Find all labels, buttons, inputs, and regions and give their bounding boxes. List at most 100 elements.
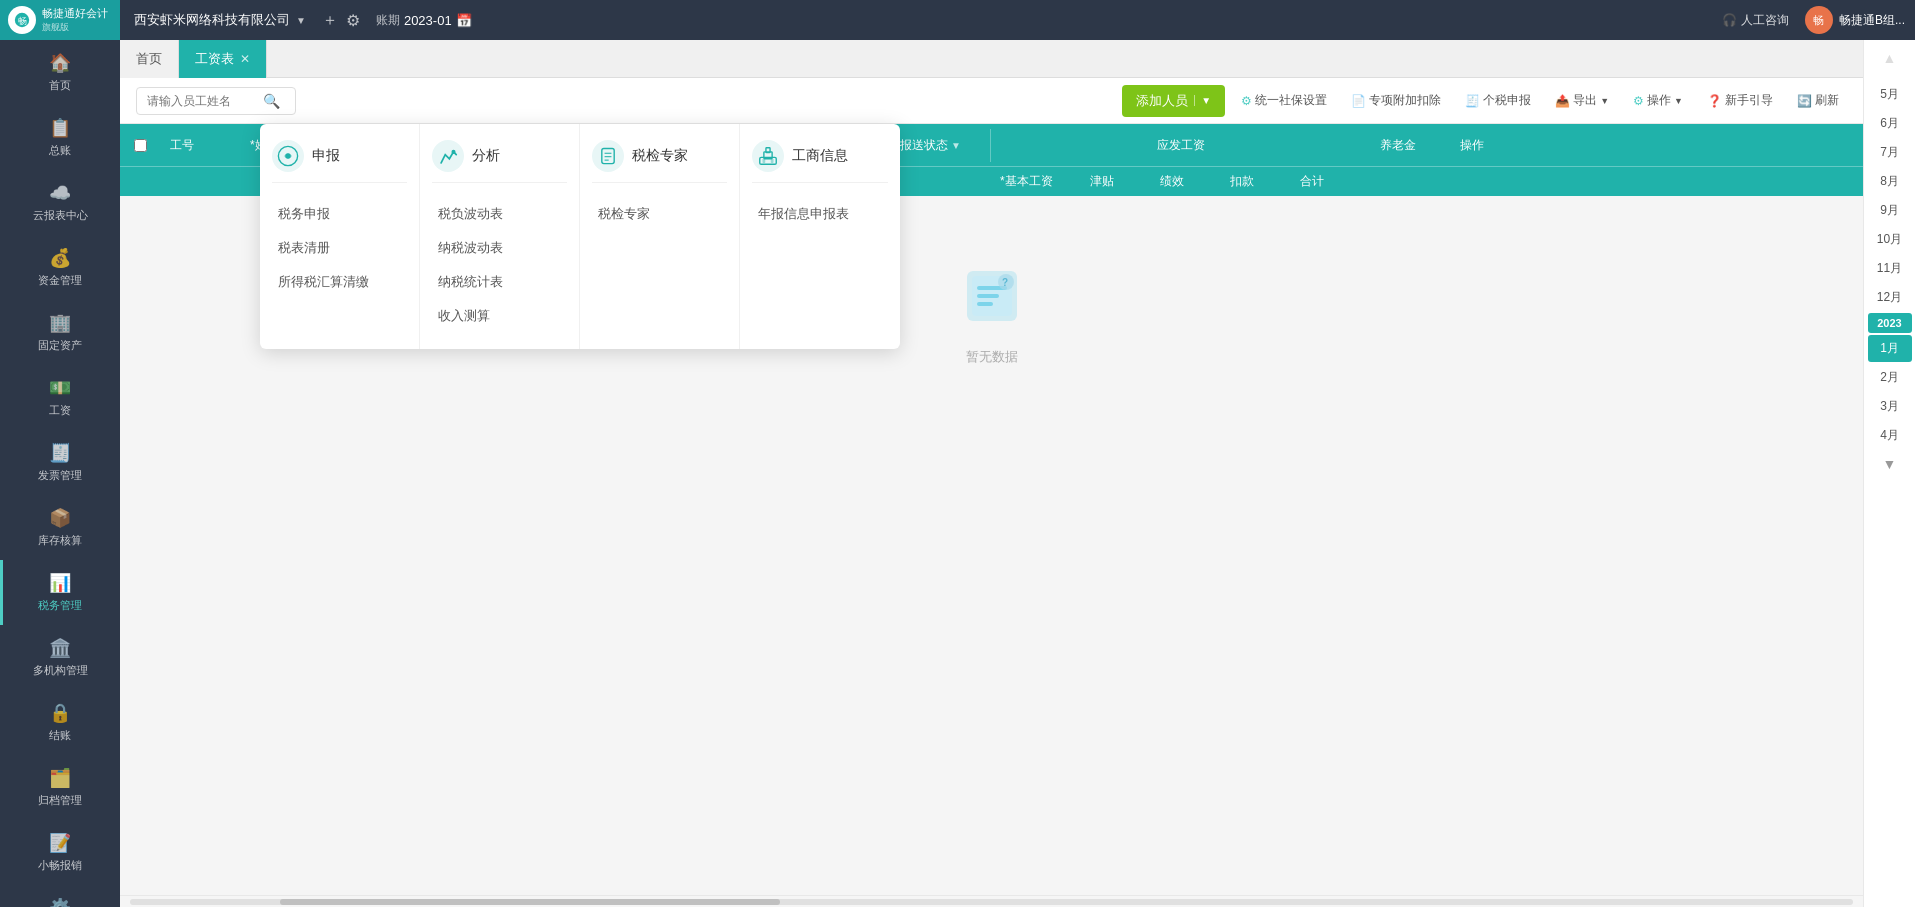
svg-point-11 [451,150,455,154]
settings-icon[interactable]: ⚙ [346,11,360,30]
sidebar-label-archive: 归档管理 [38,793,82,808]
th-salary-group: 应发工资 [990,129,1370,162]
add-employee-button[interactable]: 添加人员 ▼ [1122,85,1225,117]
sidebar-item-assets[interactable]: 🏢 固定资产 [0,300,120,365]
tax-dropdown-menu: 申报 税务申报 税表清册 所得税汇算清缴 [260,124,900,349]
personal-tax-btn[interactable]: 🧾 个税申报 [1457,87,1539,114]
tax-expert-item[interactable]: 税检专家 [592,197,727,231]
avatar-circle: 畅 [1805,6,1833,34]
sidebar-item-home[interactable]: 🏠 首页 [0,40,120,105]
sidebar-label-ledger: 总账 [49,143,71,158]
empty-state-icon: ? [952,256,1032,336]
annual-report-item[interactable]: 年报信息申报表 [752,197,888,231]
sidebar-label-multiorg: 多机构管理 [33,663,88,678]
search-input[interactable] [147,94,257,108]
sidebar-label-xiaochang: 小畅报销 [38,858,82,873]
date-year-2023 [1888,72,1892,80]
new-guide-btn[interactable]: ❓ 新手引导 [1699,87,1781,114]
dropdown-col-fenx: 分析 税负波动表 纳税波动表 纳税统计表 收入测算 [420,124,580,349]
calendar-icon[interactable]: 📅 [456,13,472,28]
sidebar-item-inventory[interactable]: 📦 库存核算 [0,495,120,560]
company-selector[interactable]: 西安虾米网络科技有限公司 ▼ [134,11,306,29]
tab-close-icon[interactable]: ✕ [240,52,250,66]
refresh-btn[interactable]: 🔄 刷新 [1789,87,1847,114]
support-button[interactable]: 🎧 人工咨询 [1722,12,1789,29]
social-insurance-btn[interactable]: ⚙ 统一社保设置 [1233,87,1335,114]
header-actions: ＋ ⚙ [322,10,360,31]
svg-text:?: ? [1002,277,1008,288]
date-month-5[interactable]: 5月 [1868,81,1912,108]
date-month-3[interactable]: 3月 [1868,393,1912,420]
date-month-6[interactable]: 6月 [1868,110,1912,137]
sidebar-item-archive[interactable]: 🗂️ 归档管理 [0,755,120,820]
dropdown-col-taxe-header: 税检专家 [592,140,727,183]
svg-rect-5 [977,294,999,298]
date-month-10[interactable]: 10月 [1868,226,1912,253]
sidebar-label-assets: 固定资产 [38,338,82,353]
sidebar-label-inventory: 库存核算 [38,533,82,548]
toolbar: 🔍 添加人员 ▼ ⚙ 统一社保设置 📄 专项附加扣除 🧾 个税申报 📤 导出 [120,78,1863,124]
user-name: 畅捷通B组... [1839,12,1905,29]
tax-stats-item[interactable]: 纳税统计表 [432,265,567,299]
income-estimate-item[interactable]: 收入测算 [432,299,567,333]
assets-icon: 🏢 [49,312,71,334]
date-month-11[interactable]: 11月 [1868,255,1912,282]
export-btn[interactable]: 📤 导出 ▼ [1547,87,1617,114]
date-month-2[interactable]: 2月 [1868,364,1912,391]
income-tax-item[interactable]: 所得税汇算清缴 [272,265,407,299]
date-year-marker-2023: 2023 [1868,313,1912,333]
scrollbar-thumb[interactable] [280,899,780,905]
sidebar-item-funds[interactable]: 💰 资金管理 [0,235,120,300]
date-month-9[interactable]: 9月 [1868,197,1912,224]
sidebar-item-invoice[interactable]: 🧾 发票管理 [0,430,120,495]
export-label: 导出 [1573,92,1597,109]
operations-dropdown-icon: ▼ [1674,96,1683,106]
sidebar-item-multiorg[interactable]: 🏛️ 多机构管理 [0,625,120,690]
sidebar-item-ledger[interactable]: 📋 总账 [0,105,120,170]
sidebar-item-tax[interactable]: 📊 税务管理 [0,560,120,625]
sidebar-item-salary[interactable]: 💵 工资 [0,365,120,430]
sidebar-item-settings[interactable]: ⚙️ 基础设置 [0,885,120,907]
date-month-4[interactable]: 4月 [1868,422,1912,449]
operations-btn[interactable]: ⚙ 操作 ▼ [1625,87,1691,114]
th-checkbox[interactable] [120,139,160,152]
date-month-8[interactable]: 8月 [1868,168,1912,195]
sidebar-label-cloud: 云报表中心 [33,208,88,223]
th-total: 合计 [1290,165,1370,198]
horizontal-scrollbar[interactable] [120,895,1863,907]
report-status-filter-icon[interactable]: ▼ [951,140,961,151]
dropdown-col-shenb-header: 申报 [272,140,407,183]
personal-tax-icon: 🧾 [1465,94,1480,108]
scrollbar-track[interactable] [130,899,1853,905]
dropdown-col-shenb: 申报 税务申报 税表清册 所得税汇算清缴 [260,124,420,349]
salary-icon: 💵 [49,377,71,399]
new-guide-label: 新手引导 [1725,92,1773,109]
sidebar-item-xiaochang[interactable]: 📝 小畅报销 [0,820,120,885]
date-month-12[interactable]: 12月 [1868,284,1912,311]
th-deduction: 扣款 [1220,165,1290,198]
tax-wave-table-item[interactable]: 税负波动表 [432,197,567,231]
select-all-checkbox[interactable] [134,139,147,152]
tab-salary-table[interactable]: 工资表 ✕ [179,40,267,78]
user-avatar[interactable]: 畅 畅捷通B组... [1805,6,1905,34]
svg-text:畅: 畅 [18,16,27,26]
date-month-1-active[interactable]: 1月 [1868,335,1912,362]
date-panel-nav-up[interactable]: ▲ [1876,44,1904,72]
tax-declaration-item[interactable]: 税务申报 [272,197,407,231]
export-icon: 📤 [1555,94,1570,108]
add-company-icon[interactable]: ＋ [322,10,338,31]
sidebar-item-cloud[interactable]: ☁️ 云报表中心 [0,170,120,235]
fenx-title: 分析 [472,147,500,165]
date-month-7[interactable]: 7月 [1868,139,1912,166]
tax-table-item[interactable]: 税表清册 [272,231,407,265]
search-box[interactable]: 🔍 [136,87,296,115]
refresh-label: 刷新 [1815,92,1839,109]
gongs-title: 工商信息 [792,147,848,165]
date-panel-nav-down[interactable]: ▼ [1876,450,1904,478]
sidebar-item-close[interactable]: 🔒 结账 [0,690,120,755]
tax-payment-wave-item[interactable]: 纳税波动表 [432,231,567,265]
tab-home[interactable]: 首页 [120,40,179,78]
company-name: 西安虾米网络科技有限公司 [134,11,290,29]
special-deduction-btn[interactable]: 📄 专项附加扣除 [1343,87,1449,114]
sidebar-label-tax: 税务管理 [38,598,82,613]
